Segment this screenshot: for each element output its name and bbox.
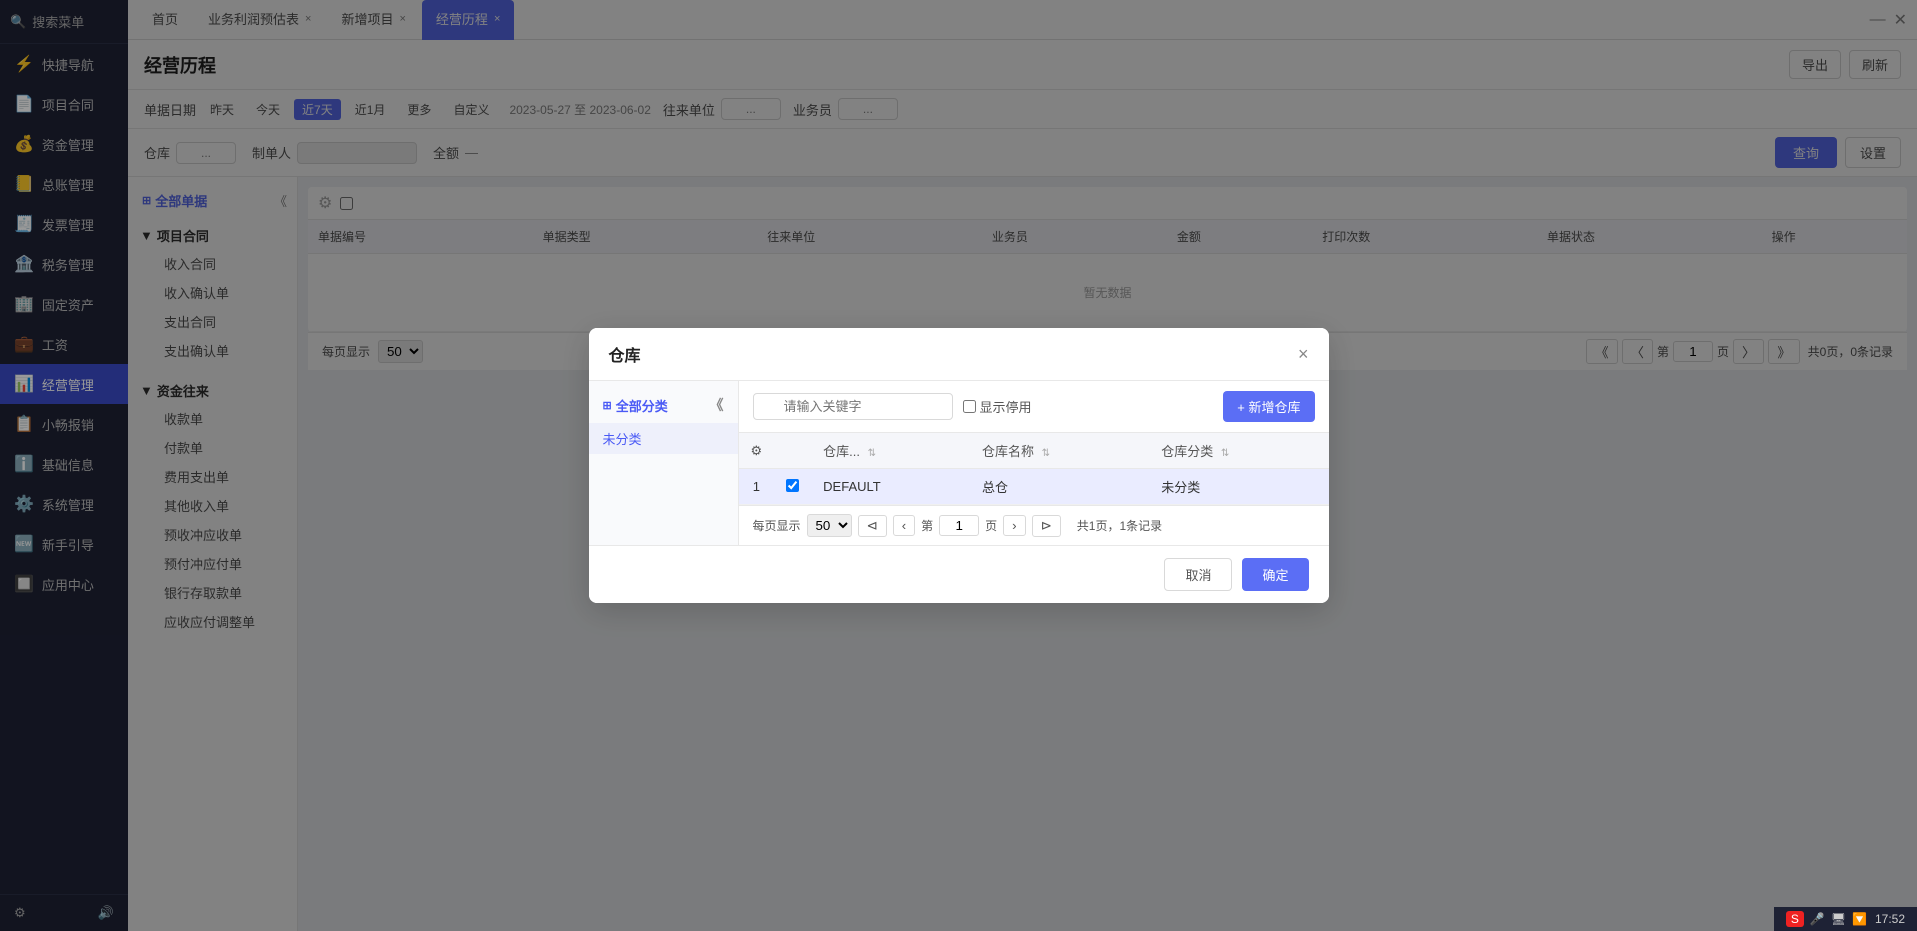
th-dialog-check <box>774 433 811 469</box>
dialog-body: ⊞ 全部分类 《 未分类 🔍 <box>589 381 1329 545</box>
tray-time: 17:52 <box>1875 912 1905 926</box>
dialog-page-input[interactable] <box>939 515 979 536</box>
dialog-search-input[interactable] <box>753 393 953 420</box>
tray-s-icon: S <box>1786 911 1804 927</box>
dialog-header: 仓库 × <box>589 328 1329 381</box>
show-disabled-checkbox[interactable] <box>963 400 976 413</box>
dialog-last-page[interactable]: ⊳ <box>1032 515 1061 537</box>
th-warehouse-code: 仓库... ⇅ <box>811 433 970 469</box>
dialog-row-category: 未分类 <box>1149 469 1328 505</box>
tray-mic-icon: 🎤 <box>1810 912 1825 926</box>
show-disabled-label: 显示停用 <box>963 397 1032 416</box>
dialog-first-page[interactable]: ⊲ <box>858 515 887 537</box>
dialog-row-check[interactable] <box>774 469 811 505</box>
dialog-page-label: 页 <box>985 517 997 534</box>
dialog-table: ⚙ 仓库... ⇅ 仓库名称 ⇅ 仓库分类 ⇅ 1 DEFA <box>739 433 1329 505</box>
grid-icon: ⊞ <box>603 399 612 412</box>
dialog-all-categories[interactable]: ⊞ 全部分类 《 <box>589 389 738 421</box>
confirm-button[interactable]: 确定 <box>1242 558 1308 591</box>
dialog-footer: 取消 确定 <box>589 545 1329 603</box>
dialog-per-page-select[interactable]: 50 <box>807 514 852 537</box>
search-wrapper: 🔍 <box>753 393 953 420</box>
all-categories-label: ⊞ 全部分类 <box>603 396 668 415</box>
system-tray: S 🎤 🖥 🔽 17:52 <box>1774 907 1917 931</box>
th-dialog-settings: ⚙ <box>739 433 775 469</box>
cancel-button[interactable]: 取消 <box>1164 558 1232 591</box>
dialog-row-name: 总仓 <box>970 469 1149 505</box>
left-panel-collapse-icon[interactable]: 《 <box>710 395 724 415</box>
dialog-total-label: 共1页，1条记录 <box>1077 517 1162 534</box>
dialog-table-row[interactable]: 1 DEFAULT 总仓 未分类 <box>739 469 1329 505</box>
dialog-prev-page[interactable]: ‹ <box>893 515 915 536</box>
tray-screen-icon: 🖥 <box>1831 912 1846 926</box>
dialog-left-panel: ⊞ 全部分类 《 未分类 <box>589 381 739 545</box>
dialog-title: 仓库 <box>609 342 641 366</box>
tray-icons: S 🎤 🖥 🔽 <box>1786 911 1867 927</box>
dialog-pagination: 每页显示 50 ⊲ ‹ 第 页 › ⊳ 共1页，1条记录 <box>739 505 1329 545</box>
warehouse-dialog: 仓库 × ⊞ 全部分类 《 未分类 <box>589 328 1329 603</box>
dialog-row-code: DEFAULT <box>811 469 970 505</box>
dialog-table-wrap[interactable]: ⚙ 仓库... ⇅ 仓库名称 ⇅ 仓库分类 ⇅ 1 DEFA <box>739 433 1329 505</box>
th-warehouse-name: 仓库名称 ⇅ <box>970 433 1149 469</box>
dialog-close-icon[interactable]: × <box>1298 344 1309 365</box>
dialog-toolbar: 🔍 显示停用 + 新增仓库 <box>739 381 1329 433</box>
dialog-jump-label: 第 <box>921 517 933 534</box>
add-warehouse-button[interactable]: + 新增仓库 <box>1223 391 1314 422</box>
dialog-row-num: 1 <box>739 469 775 505</box>
th-warehouse-category: 仓库分类 ⇅ <box>1149 433 1328 469</box>
dialog-right-panel: 🔍 显示停用 + 新增仓库 ⚙ <box>739 381 1329 545</box>
dialog-table-header-row: ⚙ 仓库... ⇅ 仓库名称 ⇅ 仓库分类 ⇅ <box>739 433 1329 469</box>
dialog-overlay: 仓库 × ⊞ 全部分类 《 未分类 <box>0 0 1917 931</box>
tray-filter-icon: 🔽 <box>1852 912 1867 926</box>
dialog-per-page-label: 每页显示 <box>753 517 801 534</box>
dialog-next-page[interactable]: › <box>1003 515 1025 536</box>
dialog-left-item-uncategorized[interactable]: 未分类 <box>589 423 738 454</box>
